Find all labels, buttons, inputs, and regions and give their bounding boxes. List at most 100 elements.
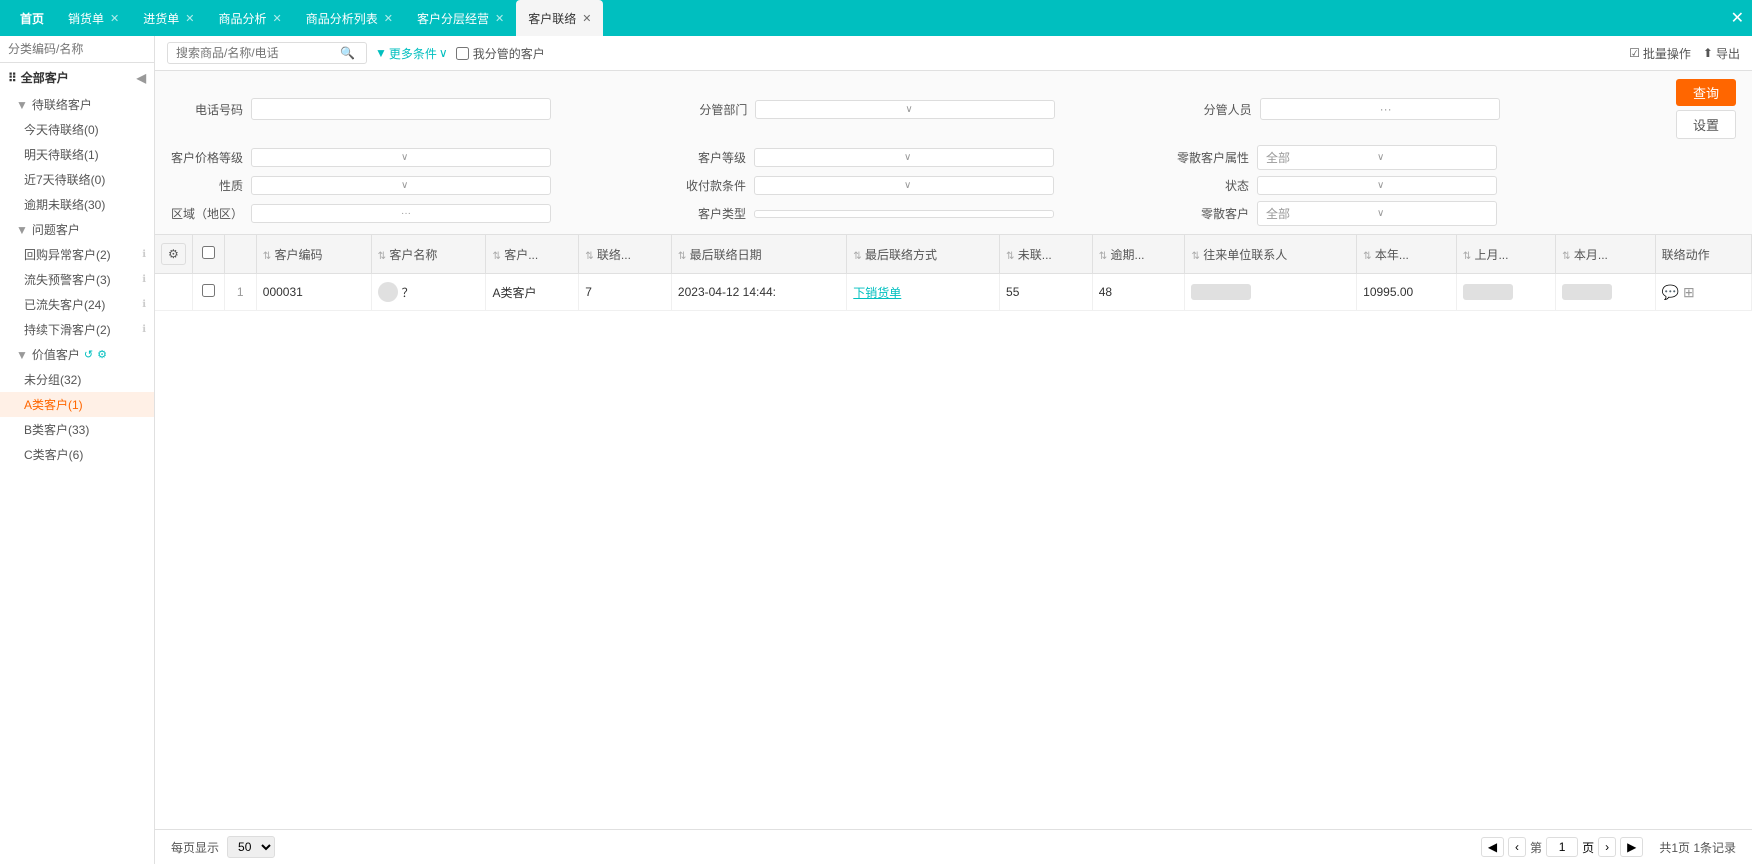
sidebar-item-b-class[interactable]: B类客户(33): [0, 417, 154, 442]
arrow-icon: ▼: [16, 223, 28, 237]
row-this-month-cell: [1556, 274, 1655, 311]
sort-icon[interactable]: ⇅: [1191, 251, 1199, 262]
sort-icon[interactable]: ⇅: [678, 251, 686, 262]
sort-icon[interactable]: ⇅: [585, 251, 593, 262]
sidebar-group-problem[interactable]: ▼ 问题客户: [0, 217, 154, 242]
info-icon: ℹ: [142, 274, 146, 285]
last-page-button[interactable]: ▶: [1620, 837, 1643, 857]
sort-icon[interactable]: ⇅: [1006, 251, 1014, 262]
page-size-select[interactable]: 50: [227, 836, 275, 858]
col-last-method: ⇅ 最后联络方式: [847, 235, 1000, 274]
sort-icon[interactable]: ⇅: [1463, 251, 1471, 262]
page-number-input[interactable]: [1546, 837, 1578, 857]
customer-grade-select[interactable]: ∨: [754, 148, 1054, 167]
my-customers-check[interactable]: [456, 47, 469, 60]
more-icon: ···: [1380, 102, 1491, 116]
close-icon[interactable]: ✕: [273, 12, 282, 25]
sidebar-group-value[interactable]: ▼ 价值客户 ↺ ⚙: [0, 342, 154, 367]
prev-page-button[interactable]: ‹: [1508, 837, 1526, 857]
export-button[interactable]: ⬆ 导出: [1703, 45, 1740, 62]
sidebar-item-churn-warning[interactable]: 流失预警客户(3) ℹ: [0, 267, 154, 292]
arrow-icon: ▼: [16, 348, 28, 362]
chevron-down-icon: ∨: [904, 180, 1045, 191]
nature-select[interactable]: ∨: [251, 176, 551, 195]
sidebar-item-repurchase-abnormal[interactable]: 回购异常客户(2) ℹ: [0, 242, 154, 267]
close-icon[interactable]: ✕: [384, 12, 393, 25]
collapse-icon[interactable]: ◀: [137, 71, 146, 85]
dept-select[interactable]: ∨: [755, 100, 1055, 119]
sort-icon[interactable]: ⇅: [1562, 251, 1570, 262]
sort-icon[interactable]: ⇅: [1363, 251, 1371, 262]
customer-type-select[interactable]: [754, 210, 1054, 218]
close-icon[interactable]: ✕: [110, 12, 119, 25]
sidebar-group-pending[interactable]: ▼ 待联络客户: [0, 92, 154, 117]
sidebar-search-input[interactable]: [8, 42, 155, 56]
retail-attr-select[interactable]: 全部 ∨: [1257, 145, 1497, 170]
query-button[interactable]: 查询: [1676, 79, 1736, 106]
phone-input[interactable]: [251, 98, 551, 120]
price-grade-select[interactable]: ∨: [251, 148, 551, 167]
payment-select[interactable]: ∨: [754, 176, 1054, 195]
status-select[interactable]: ∨: [1257, 176, 1497, 195]
close-all-button[interactable]: ✕: [1731, 8, 1744, 28]
more-conditions-button[interactable]: ▼ 更多条件 ∨: [375, 45, 448, 62]
refresh-icon[interactable]: ↺: [84, 348, 93, 361]
sidebar-item-a-class[interactable]: A类客户(1): [0, 392, 154, 417]
sidebar-item-declining[interactable]: 持续下滑客户(2) ℹ: [0, 317, 154, 342]
first-page-button[interactable]: ◀: [1481, 837, 1504, 857]
next-page-button[interactable]: ›: [1598, 837, 1616, 857]
sidebar-item-7days-pending[interactable]: 近7天待联络(0): [0, 167, 154, 192]
tab-customer-contact[interactable]: 客户联络 ✕: [516, 0, 603, 36]
tab-purchase[interactable]: 进货单 ✕: [131, 0, 206, 36]
sidebar-item-today-pending[interactable]: 今天待联络(0): [0, 117, 154, 142]
sort-icon[interactable]: ⇅: [1099, 251, 1107, 262]
tab-customer-segment[interactable]: 客户分层经营 ✕: [405, 0, 516, 36]
all-customers-header[interactable]: ⠿ 全部客户 ◀: [0, 63, 154, 92]
col-last-month: ⇅ 上月...: [1456, 235, 1555, 274]
filter-row-4: 区域（地区） ··· 客户类型 零散客户: [171, 201, 1736, 226]
tab-sales[interactable]: 销货单 ✕: [56, 0, 131, 36]
tab-product-analysis[interactable]: 商品分析 ✕: [206, 0, 293, 36]
area-select[interactable]: ···: [251, 204, 551, 223]
sidebar-item-churned[interactable]: 已流失客户(24) ℹ: [0, 292, 154, 317]
select-all-checkbox[interactable]: [202, 246, 215, 259]
sidebar-item-overdue-pending[interactable]: 逾期未联络(30): [0, 192, 154, 217]
main-layout: 🔍 ⠿ 全部客户 ◀ ▼ 待联络客户 今天待联络(0) 明天待联络(1) 近7天…: [0, 36, 1752, 864]
chevron-down-icon: ∨: [905, 104, 1046, 115]
sidebar-item-ungrouped[interactable]: 未分组(32): [0, 367, 154, 392]
chevron-down-icon: ∨: [439, 46, 448, 60]
retail-customer-select[interactable]: 全部 ∨: [1257, 201, 1497, 226]
qr-icon[interactable]: ⊞: [1683, 284, 1695, 301]
last-method-link[interactable]: 下销货单: [853, 286, 901, 300]
tab-product-list[interactable]: 商品分析列表 ✕: [294, 0, 405, 36]
main-search-input[interactable]: [176, 46, 336, 60]
col-grade: ⇅ 客户...: [486, 235, 579, 274]
batch-operation-button[interactable]: ☑ 批量操作: [1629, 45, 1691, 62]
tab-home[interactable]: 首页: [8, 0, 56, 36]
close-icon[interactable]: ✕: [582, 12, 591, 25]
settings-button[interactable]: 设置: [1676, 110, 1736, 139]
sidebar-item-c-class[interactable]: C类客户(6): [0, 442, 154, 467]
search-icon[interactable]: 🔍: [340, 46, 355, 60]
sort-icon[interactable]: ⇅: [492, 251, 500, 262]
data-table: ⚙ ⇅ 客户编码 ⇅ 客户名称: [155, 235, 1752, 311]
dept-field: 分管部门 ∨: [675, 100, 1155, 119]
price-grade-field: 客户价格等级 ∨: [171, 148, 650, 167]
col-unit-contact: ⇅ 往来单位联系人: [1185, 235, 1357, 274]
more-icon: ···: [401, 208, 542, 219]
column-settings-button[interactable]: ⚙: [161, 243, 186, 265]
sort-icon[interactable]: ⇅: [378, 251, 386, 262]
sort-icon[interactable]: ⇅: [853, 251, 861, 262]
filter-row-1: 电话号码 分管部门 ∨ 分管人员 ···: [171, 79, 1736, 139]
close-icon[interactable]: ✕: [185, 12, 194, 25]
sort-icon[interactable]: ⇅: [263, 251, 271, 262]
settings-small-icon[interactable]: ⚙: [97, 348, 107, 361]
sidebar-search-bar: 🔍: [0, 36, 154, 63]
message-icon[interactable]: 💬: [1662, 284, 1679, 301]
col-checkbox: [192, 235, 224, 274]
row-checkbox[interactable]: [202, 284, 215, 297]
close-icon[interactable]: ✕: [495, 12, 504, 25]
chevron-down-icon: ∨: [401, 152, 542, 163]
sidebar-item-tomorrow-pending[interactable]: 明天待联络(1): [0, 142, 154, 167]
person-select[interactable]: ···: [1260, 98, 1500, 120]
